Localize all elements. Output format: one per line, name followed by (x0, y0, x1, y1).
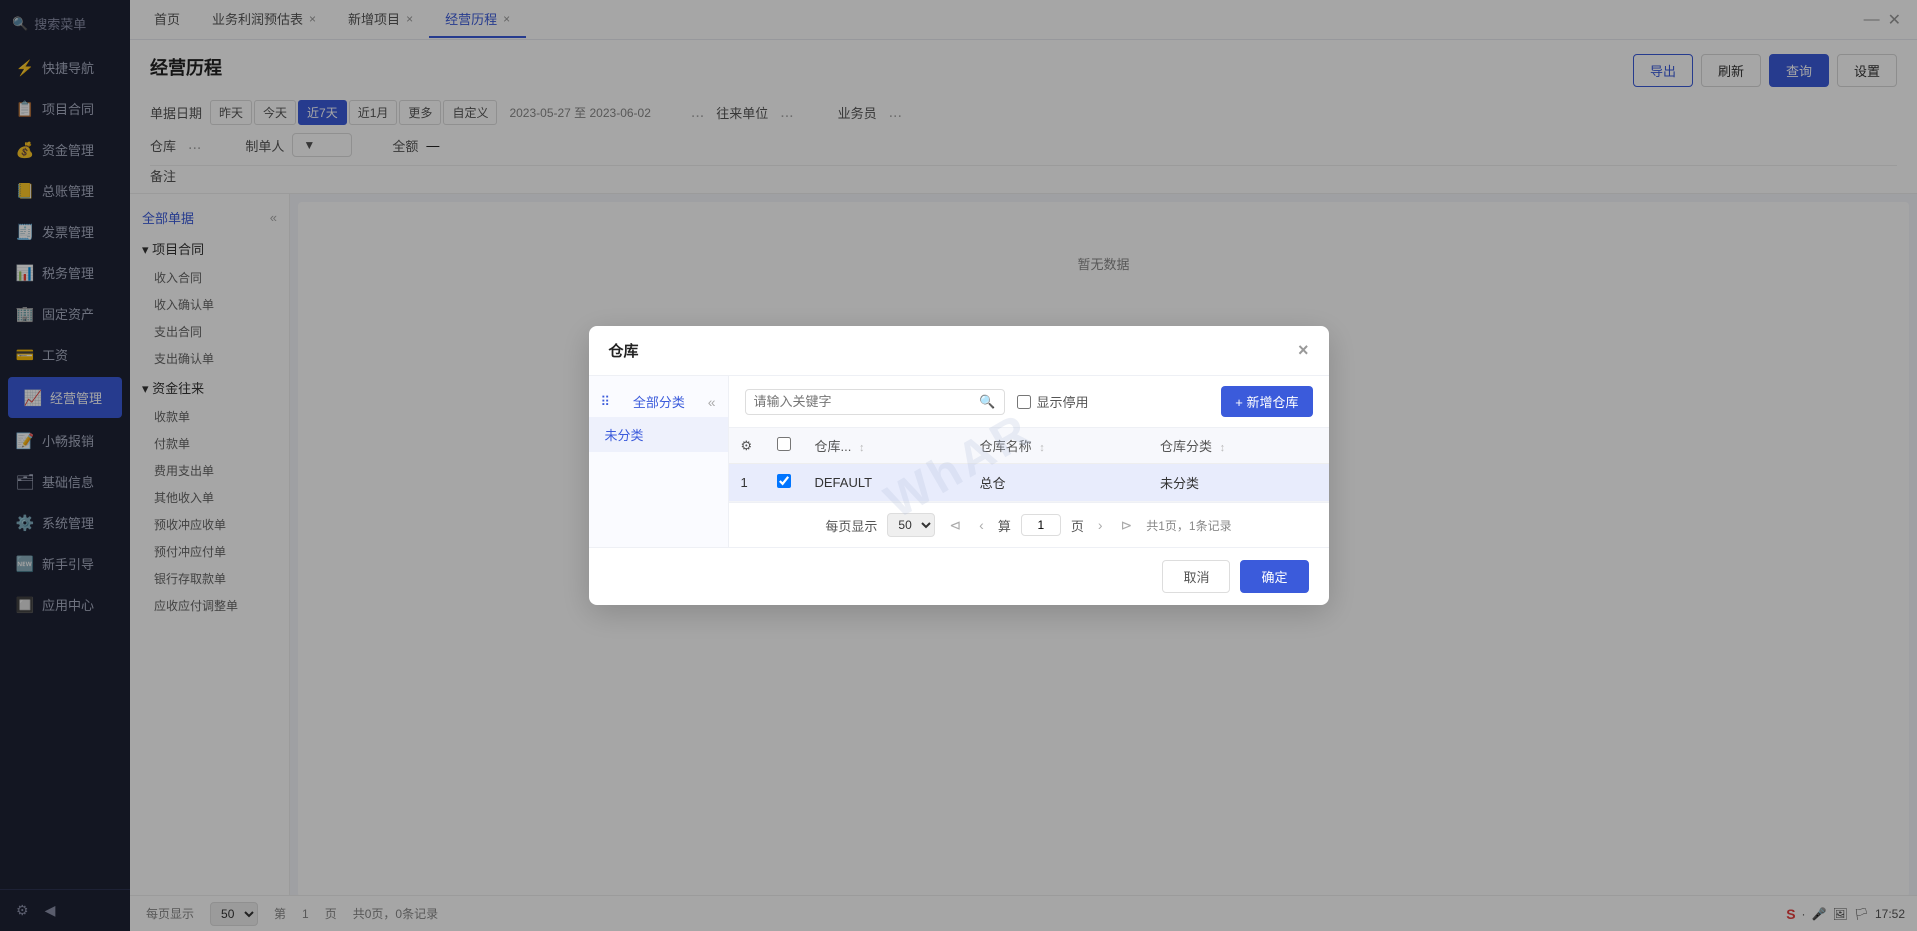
show-disabled-checkbox[interactable] (1017, 395, 1031, 409)
select-all-checkbox[interactable] (777, 437, 791, 451)
dialog-footer: 取消 确定 (589, 547, 1329, 605)
show-disabled-label: 显示停用 (1037, 392, 1089, 411)
th-settings: ⚙ (729, 428, 765, 464)
page-number-input[interactable] (1021, 514, 1061, 536)
page-unit: 页 (1071, 516, 1084, 535)
show-disabled-group: 显示停用 (1017, 392, 1089, 411)
dialog-left-header: ⠿ 全部分类 « (589, 386, 728, 417)
all-category-icon: ⠿ (601, 394, 611, 410)
per-page-select[interactable]: 50 (887, 513, 935, 537)
all-category-label[interactable]: 全部分类 (633, 392, 685, 411)
dialog-body: ⠿ 全部分类 « 未分类 WhAR 🔍 (589, 376, 1329, 547)
th-checkbox (765, 428, 803, 464)
warehouse-table: ⚙ 仓库... ↕ 仓库名称 ↕ (729, 428, 1329, 502)
confirm-button[interactable]: 确定 (1240, 560, 1308, 593)
last-page-button[interactable]: ⊳ (1117, 515, 1137, 536)
dialog-close-button[interactable]: × (1298, 340, 1309, 361)
row-index: 1 (729, 464, 765, 502)
row-name: 总仓 (968, 464, 1148, 502)
page-total-info: 共1页，1条记录 (1146, 517, 1231, 534)
th-name: 仓库名称 ↕ (968, 428, 1148, 464)
row-code: DEFAULT (803, 464, 968, 502)
cancel-button[interactable]: 取消 (1162, 560, 1230, 593)
per-page-label: 每页显示 (825, 516, 877, 535)
category-list: 未分类 (589, 417, 728, 537)
search-icon[interactable]: 🔍 (979, 394, 995, 410)
prev-page-button[interactable]: ‹ (975, 515, 988, 535)
th-category: 仓库分类 ↕ (1148, 428, 1328, 464)
table-header-row: ⚙ 仓库... ↕ 仓库名称 ↕ (729, 428, 1329, 464)
first-page-button[interactable]: ⊲ (945, 515, 965, 536)
dialog-pagination: 每页显示 50 ⊲ ‹ 算 页 › ⊳ 共1页，1条记录 (729, 502, 1329, 547)
dialog-toolbar: 🔍 显示停用 + 新增仓库 (729, 376, 1329, 428)
th-code: 仓库... ↕ (803, 428, 968, 464)
row-category: 未分类 (1148, 464, 1328, 502)
dialog-right-panel: 🔍 显示停用 + 新增仓库 ⚙ (729, 376, 1329, 547)
row-checkbox[interactable] (765, 464, 803, 502)
dialog-left-panel: ⠿ 全部分类 « 未分类 WhAR (589, 376, 729, 547)
dialog-header: 仓库 × (589, 326, 1329, 376)
modal-overlay: 仓库 × ⠿ 全部分类 « 未分类 WhAR (0, 0, 1917, 931)
page-word: 算 (998, 516, 1011, 535)
search-input[interactable] (754, 394, 974, 409)
category-uncategorized[interactable]: 未分类 (589, 417, 728, 452)
warehouse-dialog: 仓库 × ⠿ 全部分类 « 未分类 WhAR (589, 326, 1329, 605)
search-box: 🔍 (745, 389, 1005, 415)
add-warehouse-button[interactable]: + 新增仓库 (1221, 386, 1312, 417)
table-row[interactable]: 1 DEFAULT 总仓 未分类 (729, 464, 1329, 502)
left-panel-collapse[interactable]: « (708, 394, 716, 410)
next-page-button[interactable]: › (1094, 515, 1107, 535)
dialog-title: 仓库 (609, 340, 639, 361)
dialog-table-wrapper: ⚙ 仓库... ↕ 仓库名称 ↕ (729, 428, 1329, 502)
